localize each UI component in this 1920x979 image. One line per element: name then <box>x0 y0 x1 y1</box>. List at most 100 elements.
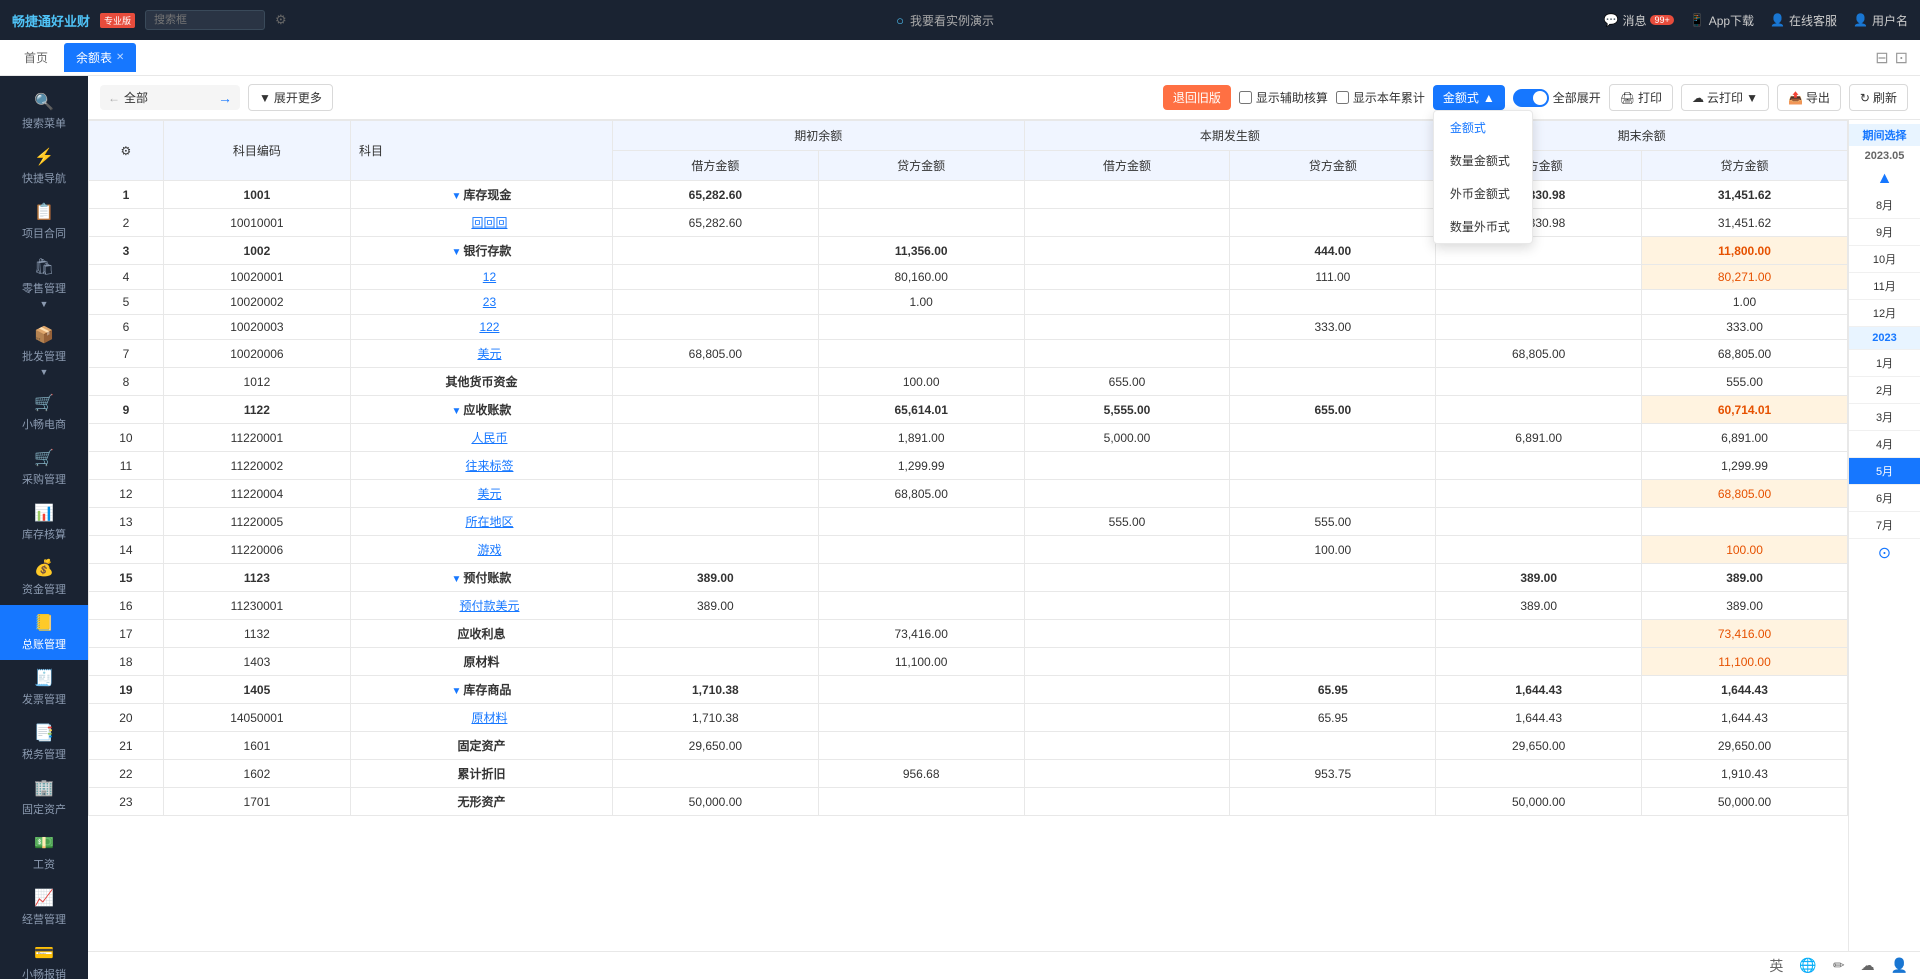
format-option-amount[interactable]: 金额式 <box>1434 111 1532 144</box>
sidebar-item-inventory[interactable]: 📊 库存核算 <box>0 495 88 550</box>
message-btn[interactable]: 💬 消息 99+ <box>1604 12 1674 29</box>
cell-open-debit <box>612 237 818 265</box>
sidebar-item-accounting[interactable]: 📒 总账管理 <box>0 605 88 660</box>
ytd-checkbox-input[interactable] <box>1336 91 1349 104</box>
sidebar-item-sales[interactable]: 💳 小畅报销 <box>0 935 88 979</box>
print-btn[interactable]: 🖨 打印 <box>1609 84 1673 111</box>
title-bar-search[interactable] <box>145 10 265 30</box>
period-may[interactable]: 5月 <box>1849 458 1920 485</box>
tab-close-icon[interactable]: ✕ <box>116 52 124 63</box>
cell-open-credit: 1.00 <box>818 290 1024 315</box>
status-icon-web[interactable]: 🌐 <box>1799 957 1816 974</box>
online-service-btn[interactable]: 👤 在线客服 <box>1770 12 1837 29</box>
format-dropdown-btn[interactable]: 金额式 ▲ <box>1433 85 1505 110</box>
show-aux-checkbox[interactable]: 显示辅助核算 <box>1239 89 1328 106</box>
period-jul[interactable]: 7月 <box>1849 512 1920 539</box>
account-name-link[interactable]: 12 <box>483 270 496 284</box>
expand-icon[interactable]: ▼ <box>451 686 461 697</box>
period-apr[interactable]: 4月 <box>1849 431 1920 458</box>
expand-toggle[interactable] <box>1513 89 1549 107</box>
expand-icon[interactable]: ▼ <box>451 191 461 202</box>
sidebar-item-wholesale[interactable]: 📦 批发管理 ▼ <box>0 317 88 385</box>
expand-all-switch[interactable]: 全部展开 <box>1513 89 1601 107</box>
sidebar-item-fixedasset[interactable]: 🏢 固定资产 <box>0 770 88 825</box>
tab-home-label: 首页 <box>24 49 48 66</box>
sidebar-item-search[interactable]: 🔍 搜索菜单 <box>0 84 88 139</box>
cell-no: 22 <box>89 760 164 788</box>
sidebar-item-ecommerce[interactable]: 🛒 小畅电商 <box>0 385 88 440</box>
account-name-link[interactable]: 122 <box>479 320 499 334</box>
sidebar-item-tax[interactable]: 📑 税务管理 <box>0 715 88 770</box>
account-name-link[interactable]: 人民币 <box>471 431 507 445</box>
sidebar-item-retail[interactable]: 🛍 零售管理 ▼ <box>0 249 88 317</box>
expand-icon[interactable]: ▼ <box>451 574 461 585</box>
tab-balance[interactable]: 余额表 ✕ <box>64 43 136 72</box>
period-jun[interactable]: 6月 <box>1849 485 1920 512</box>
title-search-input[interactable] <box>145 10 265 30</box>
period-sep[interactable]: 9月 <box>1849 219 1920 246</box>
app-download-btn[interactable]: 📱 App下载 <box>1690 12 1754 29</box>
format-option-qty-foreign[interactable]: 数量外币式 <box>1434 210 1532 243</box>
sidebar-item-finance[interactable]: 💰 资金管理 <box>0 550 88 605</box>
period-down-nav[interactable]: ⊙ <box>1874 539 1895 567</box>
account-name-link[interactable]: 美元 <box>477 487 501 501</box>
account-name-link[interactable]: 预付款美元 <box>459 599 519 613</box>
period-jan[interactable]: 1月 <box>1849 350 1920 377</box>
cloud-print-btn[interactable]: ☁ 云打印 ▼ <box>1681 84 1769 111</box>
period-oct[interactable]: 10月 <box>1849 246 1920 273</box>
account-name-link[interactable]: 所在地区 <box>465 515 513 529</box>
status-icon-lang[interactable]: 英 <box>1769 956 1783 976</box>
cell-code: 11220005 <box>163 508 350 536</box>
account-name-link[interactable]: 往来标签 <box>465 459 513 473</box>
status-icon-user[interactable]: 👤 <box>1891 957 1908 974</box>
period-up-nav[interactable]: ▲ <box>1873 166 1897 192</box>
demo-link[interactable]: 我要看实例演示 <box>910 12 994 29</box>
sidebar-item-invoice[interactable]: 🧾 发票管理 <box>0 660 88 715</box>
refresh-btn[interactable]: ↻ 刷新 <box>1849 84 1908 111</box>
aux-checkbox-input[interactable] <box>1239 91 1252 104</box>
account-name-link[interactable]: 美元 <box>477 347 501 361</box>
format-option-foreign-amount[interactable]: 外币金额式 <box>1434 177 1532 210</box>
period-nov[interactable]: 11月 <box>1849 273 1920 300</box>
sidebar-item-salary[interactable]: 💵 工资 <box>0 825 88 880</box>
search-forward-icon[interactable]: → <box>218 90 232 106</box>
status-icon-cloud[interactable]: ☁ <box>1861 957 1875 974</box>
sidebar-item-purchase[interactable]: 🛒 采购管理 <box>0 440 88 495</box>
account-name-link[interactable]: 23 <box>483 295 496 309</box>
account-name-link[interactable]: 回回回 <box>471 216 507 230</box>
format-arrow-icon: ▲ <box>1483 91 1495 105</box>
period-dec[interactable]: 12月 <box>1849 300 1920 327</box>
th-code: 科目编码 <box>163 121 350 181</box>
th-settings[interactable]: ⚙ <box>89 121 164 181</box>
expand-icon[interactable]: ▼ <box>451 247 461 258</box>
cell-period-debit <box>1024 788 1230 816</box>
tab-home[interactable]: 首页 <box>12 43 60 72</box>
sidebar-item-project[interactable]: 📋 项目合同 <box>0 194 88 249</box>
expand-more-btn[interactable]: ▼ 展开更多 <box>248 84 333 111</box>
export-btn[interactable]: 📤 导出 <box>1777 84 1841 111</box>
tab-maximize-icon[interactable]: ⊡ <box>1895 48 1908 68</box>
account-name-link[interactable]: 原材料 <box>471 711 507 725</box>
account-name-link[interactable]: 游戏 <box>477 543 501 557</box>
format-option-qty-amount[interactable]: 数量金额式 <box>1434 144 1532 177</box>
status-icon-edit[interactable]: ✏ <box>1833 957 1845 974</box>
settings-icon[interactable]: ⚙ <box>275 12 287 28</box>
user-avatar[interactable]: 👤 用户名 <box>1853 12 1908 29</box>
search-box[interactable]: ← 全部 → <box>100 85 240 110</box>
period-feb[interactable]: 2月 <box>1849 377 1920 404</box>
cell-open-credit <box>818 676 1024 704</box>
sidebar-item-operations[interactable]: 📈 经营管理 <box>0 880 88 935</box>
table-wrapper[interactable]: ⚙ 科目编码 科目 期初余额 本期发生额 期末余额 借方金额 贷方金额 借方金额… <box>88 120 1848 951</box>
tab-minimize-icon[interactable]: ⊟ <box>1875 48 1888 68</box>
show-ytd-checkbox[interactable]: 显示本年累计 <box>1336 89 1425 106</box>
cell-close-credit: 60,714.01 <box>1642 396 1848 424</box>
sidebar-item-quicknav[interactable]: ⚡ 快捷导航 <box>0 139 88 194</box>
account-name-group: 无形资产 <box>457 795 505 809</box>
period-mar[interactable]: 3月 <box>1849 404 1920 431</box>
cell-no: 2 <box>89 209 164 237</box>
expand-icon[interactable]: ▼ <box>451 406 461 417</box>
search-back-icon[interactable]: ← <box>108 91 120 105</box>
period-2023[interactable]: 2023 <box>1849 327 1920 350</box>
return-old-btn[interactable]: 退回旧版 <box>1163 85 1231 110</box>
period-aug[interactable]: 8月 <box>1849 192 1920 219</box>
